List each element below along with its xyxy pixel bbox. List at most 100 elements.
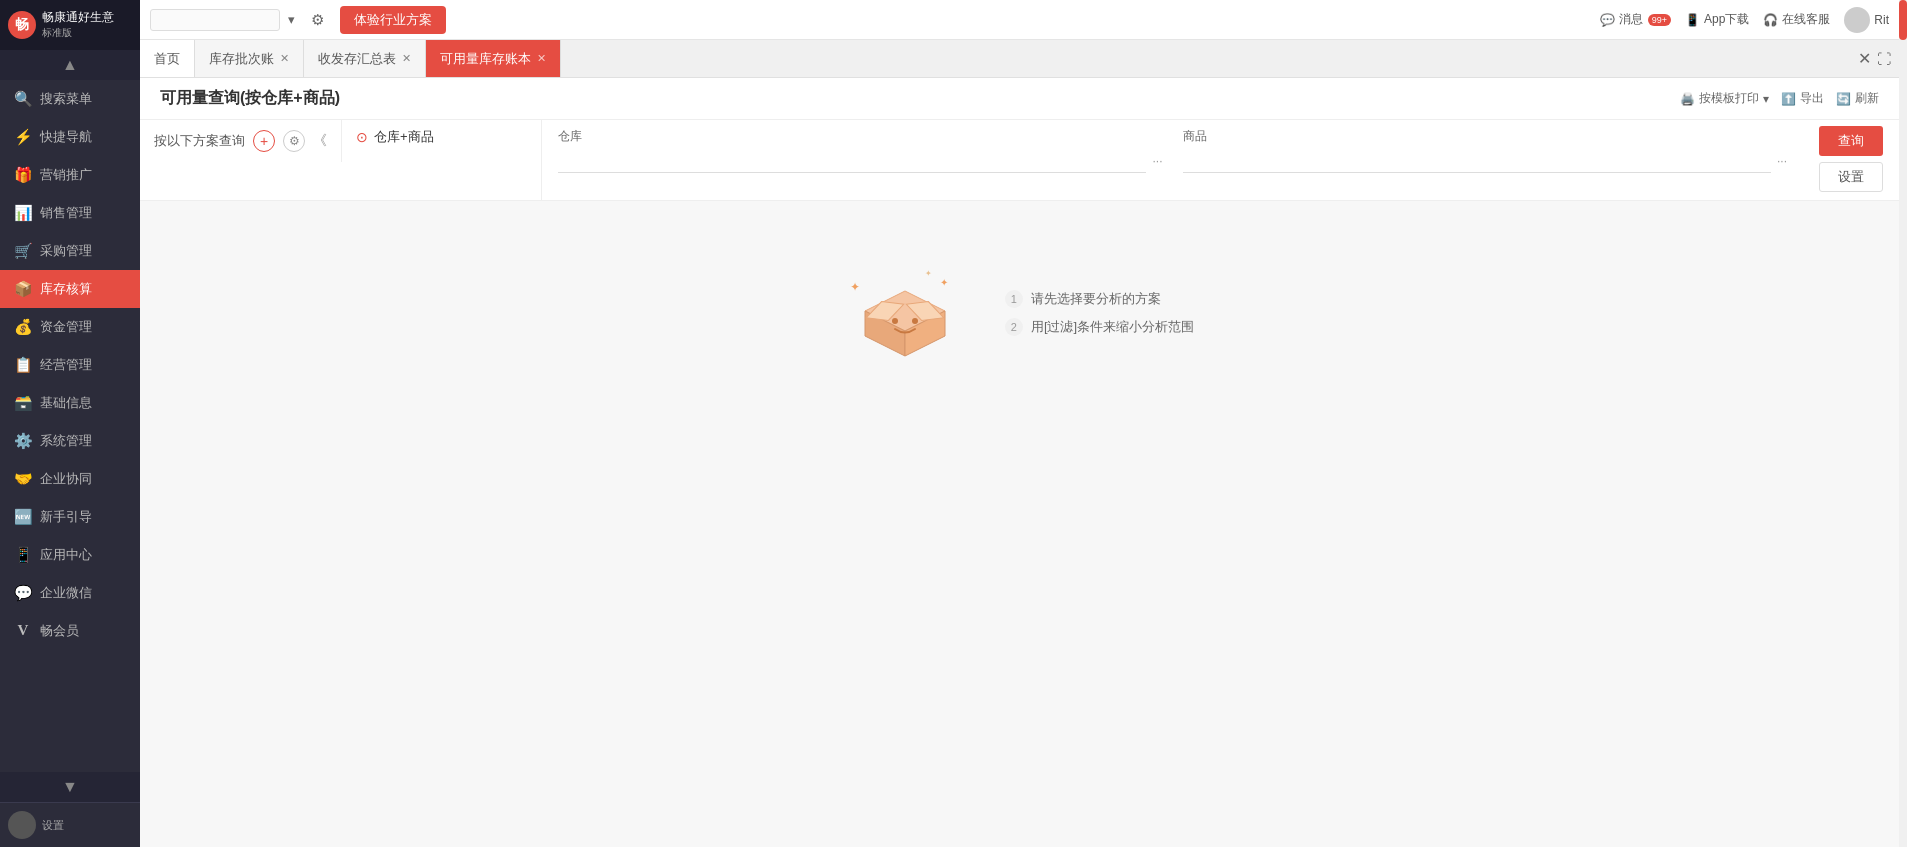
tab-available-ledger[interactable]: 可用量库存账本 ✕ [426, 40, 561, 77]
sidebar-item-purchase[interactable]: 🛒 采购管理 [0, 232, 140, 270]
warehouse-input[interactable] [558, 149, 1146, 173]
online-service-label: 在线客服 [1782, 11, 1830, 28]
topbar-right-area: 💬 消息 99+ 📱 App下载 🎧 在线客服 Rit [1600, 7, 1889, 33]
tab-receipts-summary[interactable]: 收发存汇总表 ✕ [304, 40, 426, 77]
warehouse-field: 仓库 ··· [558, 128, 1163, 173]
topbar-settings-btn[interactable]: ⚙ [307, 9, 328, 31]
sidebar-item-inventory-label: 库存核算 [40, 280, 92, 298]
topbar-user-name: Rit [1874, 13, 1889, 27]
sidebar-item-basic[interactable]: 🗃️ 基础信息 [0, 384, 140, 422]
sidebar-item-sales[interactable]: 📊 销售管理 [0, 194, 140, 232]
cart-icon: 🛒 [14, 242, 32, 260]
tabbar-close-btn[interactable]: ✕ [1858, 49, 1871, 68]
sidebar-item-enterprise[interactable]: 🤝 企业协同 [0, 460, 140, 498]
page-content: 可用量查询(按仓库+商品) 🖨️ 按模板打印 ▾ ⬆️ 导出 🔄 刷新 [140, 78, 1899, 847]
filter-collapse-btn[interactable]: 《 [313, 132, 327, 150]
goods-input-row: ··· [1183, 149, 1788, 173]
tab-home[interactable]: 首页 [140, 40, 195, 77]
print-dropdown-icon: ▾ [1763, 92, 1769, 106]
sidebar-item-operations[interactable]: 📋 经营管理 [0, 346, 140, 384]
tab-batch-ledger-close[interactable]: ✕ [280, 52, 289, 65]
sidebar-item-basic-label: 基础信息 [40, 394, 92, 412]
goods-more-btn[interactable]: ··· [1777, 154, 1787, 168]
sidebar-item-finance[interactable]: 💰 资金管理 [0, 308, 140, 346]
topbar-message[interactable]: 💬 消息 99+ [1600, 11, 1671, 28]
page-header-actions: 🖨️ 按模板打印 ▾ ⬆️ 导出 🔄 刷新 [1680, 90, 1879, 107]
right-scrollbar[interactable] [1899, 0, 1907, 847]
tab-receipts-summary-close[interactable]: ✕ [402, 52, 411, 65]
topbar-app-download[interactable]: 📱 App下载 [1685, 11, 1749, 28]
sidebar-item-inventory[interactable]: 📦 库存核算 [0, 270, 140, 308]
filter-controls: 按以下方案查询 + ⚙ 《 [140, 120, 342, 162]
topbar-user-info[interactable]: Rit [1844, 7, 1889, 33]
phone-icon: 📱 [14, 546, 32, 564]
industry-solution-btn[interactable]: 体验行业方案 [340, 6, 446, 34]
sidebar-item-guide[interactable]: 🆕 新手引导 [0, 498, 140, 536]
empty-hint-1: 1 请先选择要分析的方案 [1005, 290, 1194, 308]
sidebar-item-system-label: 系统管理 [40, 432, 92, 450]
topbar-online-service[interactable]: 🎧 在线客服 [1763, 11, 1830, 28]
app-download-label: App下载 [1704, 11, 1749, 28]
tabbar-expand-btn[interactable]: ⛶ [1877, 51, 1891, 67]
sidebar-version: 标准版 [42, 26, 114, 40]
main-area: ▾ ⚙ 体验行业方案 💬 消息 99+ 📱 App下载 🎧 在线客服 [140, 0, 1899, 847]
sidebar-item-apps[interactable]: 📱 应用中心 [0, 536, 140, 574]
new-icon: 🆕 [14, 508, 32, 526]
goods-input[interactable] [1183, 149, 1771, 173]
settings-btn[interactable]: 设置 [1819, 162, 1883, 192]
tabbar: 首页 库存批次账 ✕ 收发存汇总表 ✕ 可用量库存账本 ✕ ✕ ⛶ [140, 40, 1899, 78]
sidebar-item-search[interactable]: 🔍 搜索菜单 [0, 80, 140, 118]
sidebar-item-marketing-label: 营销推广 [40, 166, 92, 184]
money-icon: 💰 [14, 318, 32, 336]
refresh-label: 刷新 [1855, 90, 1879, 107]
vip-icon: V [14, 622, 32, 639]
message-icon: 💬 [1600, 13, 1615, 27]
sidebar-item-vip[interactable]: V 畅会员 [0, 612, 140, 650]
svg-point-6 [912, 318, 918, 324]
sidebar-item-search-label: 搜索菜单 [40, 90, 92, 108]
inventory-icon: 📦 [14, 280, 32, 298]
topbar-dropdown-btn[interactable]: ▾ [284, 10, 299, 29]
refresh-btn[interactable]: 🔄 刷新 [1836, 90, 1879, 107]
warehouse-input-row: ··· [558, 149, 1163, 173]
sidebar-item-wechat-label: 企业微信 [40, 584, 92, 602]
sidebar-menu: 🔍 搜索菜单 ⚡ 快捷导航 🎁 营销推广 📊 销售管理 🛒 采购管理 📦 [0, 80, 140, 772]
filter-add-btn[interactable]: + [253, 130, 275, 152]
tab-batch-ledger[interactable]: 库存批次账 ✕ [195, 40, 304, 77]
empty-state: ✦ ✦ ✦ 1 请先选择要分析的方案 2 用[过滤]条件来缩 [140, 201, 1899, 424]
template-print-label: 按模板打印 [1699, 90, 1759, 107]
topbar-search-area: ▾ [150, 9, 299, 31]
message-label: 消息 [1619, 11, 1643, 28]
tab-receipts-summary-label: 收发存汇总表 [318, 50, 396, 68]
tab-available-ledger-close[interactable]: ✕ [537, 52, 546, 65]
sidebar-item-marketing[interactable]: 🎁 营销推广 [0, 156, 140, 194]
export-btn[interactable]: ⬆️ 导出 [1781, 90, 1824, 107]
sidebar-item-purchase-label: 采购管理 [40, 242, 92, 260]
message-badge: 99+ [1648, 14, 1671, 26]
database-icon: 🗃️ [14, 394, 32, 412]
scheme-list: ⊙ 仓库+商品 [342, 120, 542, 200]
warehouse-more-btn[interactable]: ··· [1152, 154, 1162, 168]
sidebar-item-system[interactable]: ⚙️ 系统管理 [0, 422, 140, 460]
sidebar-item-guide-label: 新手引导 [40, 508, 92, 526]
tab-available-ledger-label: 可用量库存账本 [440, 50, 531, 68]
filter-settings-icon-btn[interactable]: ⚙ [283, 130, 305, 152]
sidebar-item-operations-label: 经营管理 [40, 356, 92, 374]
sidebar-user[interactable]: 设置 [0, 802, 140, 847]
query-btn[interactable]: 查询 [1819, 126, 1883, 156]
warehouse-field-label: 仓库 [558, 128, 1163, 145]
svg-point-5 [892, 318, 898, 324]
sidebar-item-wechat[interactable]: 💬 企业微信 [0, 574, 140, 612]
scheme-item-warehouse-goods[interactable]: ⊙ 仓库+商品 [342, 120, 541, 154]
lightning-icon: ⚡ [14, 128, 32, 146]
sidebar-header: 畅 畅康通好生意 标准版 [0, 0, 140, 50]
sidebar-scroll-down[interactable]: ▼ [0, 772, 140, 802]
sidebar-item-shortcuts[interactable]: ⚡ 快捷导航 [0, 118, 140, 156]
action-buttons: 查询 设置 [1803, 120, 1899, 198]
topbar-user-avatar [1844, 7, 1870, 33]
sidebar-item-sales-label: 销售管理 [40, 204, 92, 222]
template-print-btn[interactable]: 🖨️ 按模板打印 ▾ [1680, 90, 1769, 107]
topbar-search-input[interactable] [150, 9, 280, 31]
sidebar-scroll-up[interactable]: ▲ [0, 50, 140, 80]
refresh-icon: 🔄 [1836, 92, 1851, 106]
